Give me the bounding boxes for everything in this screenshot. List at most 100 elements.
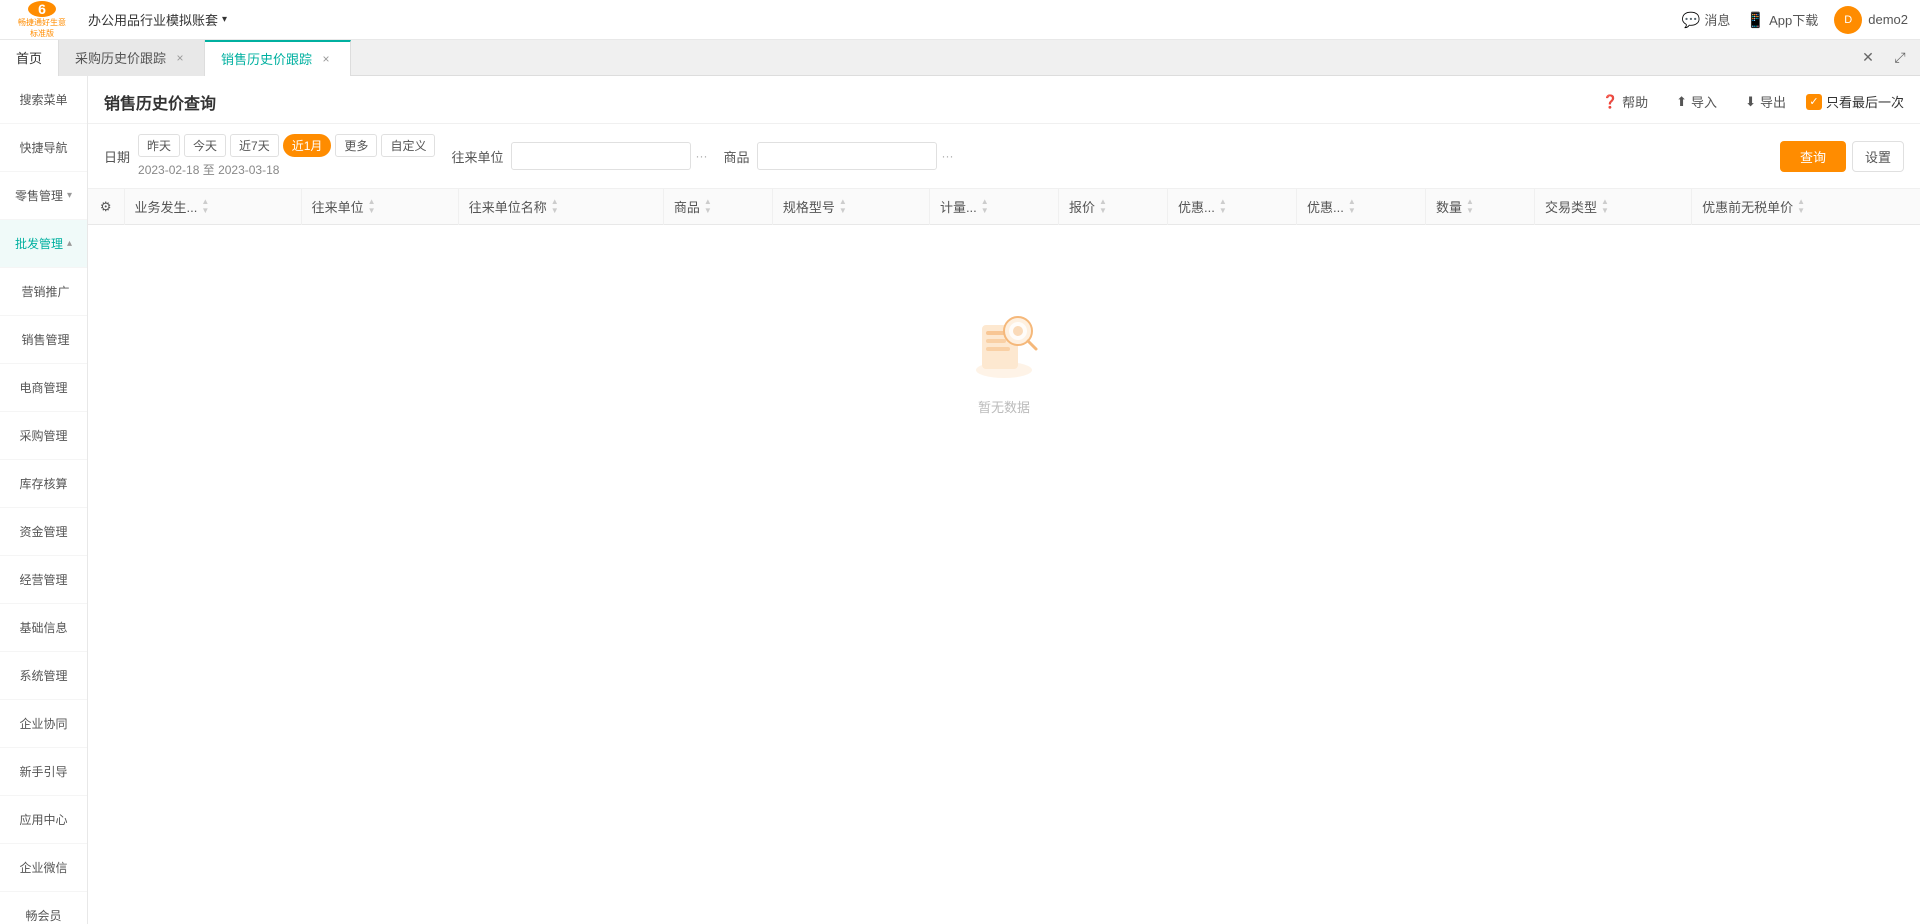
sidebar: 搜索菜单 快捷导航 零售管理 ▾ 批发管理 ▴ 营销推广 销售管理 电商管理 采… [0, 76, 88, 924]
th-discount2[interactable]: 优惠... ▲▼ [1297, 189, 1426, 225]
tab-purchase[interactable]: 采购历史价跟踪 × [59, 40, 205, 76]
sidebar-item-inventory[interactable]: 库存核算 [0, 460, 87, 508]
checkbox-icon: ✓ [1806, 94, 1822, 110]
query-button[interactable]: 查询 [1780, 141, 1846, 172]
help-button[interactable]: ❓ 帮助 [1594, 88, 1656, 115]
logo-icon: 6 [28, 1, 56, 17]
operations-label: 经营管理 [19, 571, 67, 588]
product-dots[interactable]: ··· [941, 149, 953, 163]
date-filter-group: 日期 昨天 今天 近7天 近1月 更多 自定义 2023-02-18 至 202… [104, 134, 435, 178]
th-product[interactable]: 商品 ▲▼ [663, 189, 772, 225]
company-dropdown[interactable]: 办公用品行业模拟账套 ▾ [80, 6, 235, 33]
date-yesterday[interactable]: 昨天 [138, 134, 180, 157]
th-trade-type[interactable]: 交易类型 ▲▼ [1535, 189, 1692, 225]
avatar: D [1834, 6, 1862, 34]
ecommerce-label: 电商管理 [19, 379, 67, 396]
sidebar-item-marketing[interactable]: 营销推广 [0, 268, 87, 316]
date-7days[interactable]: 近7天 [230, 134, 279, 157]
sidebar-item-purchase[interactable]: 采购管理 [0, 412, 87, 460]
settings-button[interactable]: 设置 [1852, 141, 1904, 172]
page-title: 销售历史价查询 [104, 90, 216, 114]
th-partner-name[interactable]: 往来单位名称 ▲▼ [458, 189, 663, 225]
partner-label: 往来单位 [451, 147, 503, 166]
empty-text: 暂无数据 [978, 397, 1030, 416]
maximize-button[interactable]: ⤢ [1888, 46, 1912, 70]
product-label: 商品 [723, 147, 749, 166]
sidebar-item-sales-mgmt[interactable]: 销售管理 [0, 316, 87, 364]
tab-home[interactable]: 首页 [0, 40, 59, 76]
sidebar-item-ecommerce[interactable]: 电商管理 [0, 364, 87, 412]
filter-bar: 日期 昨天 今天 近7天 近1月 更多 自定义 2023-02-18 至 202… [88, 124, 1920, 189]
member-label: 畅会员 [25, 907, 61, 924]
inventory-label: 库存核算 [19, 475, 67, 492]
partner-dots[interactable]: ··· [695, 149, 707, 163]
tab-sales[interactable]: 销售历史价跟踪 × [205, 40, 351, 76]
gear-icon: ⚙ [100, 199, 112, 214]
message-icon: 💬 [1682, 11, 1701, 29]
close-tab-button[interactable]: ✕ [1856, 46, 1880, 70]
th-business-date[interactable]: 业务发生... ▲▼ [124, 189, 301, 225]
sidebar-item-system[interactable]: 系统管理 [0, 652, 87, 700]
logo: 6 畅捷通好生意 标准版 [12, 2, 72, 38]
tab-home-label: 首页 [16, 48, 42, 67]
system-label: 系统管理 [19, 667, 67, 684]
sidebar-item-shortcuts[interactable]: 快捷导航 [0, 124, 87, 172]
date-buttons: 昨天 今天 近7天 近1月 更多 自定义 [138, 134, 435, 157]
import-button[interactable]: ⬆ 导入 [1668, 88, 1725, 115]
partner-input[interactable] [511, 142, 691, 170]
only-last-label: 只看最后一次 [1826, 92, 1904, 111]
sidebar-item-search[interactable]: 搜索菜单 [0, 76, 87, 124]
sidebar-item-retail[interactable]: 零售管理 ▾ [0, 172, 87, 220]
app-download-action[interactable]: 📱 App下载 [1746, 10, 1818, 29]
help-icon: ❓ [1602, 94, 1618, 110]
sales-mgmt-label: 销售管理 [21, 331, 69, 348]
shortcuts-label: 快捷导航 [19, 139, 67, 156]
page-header: 销售历史价查询 ❓ 帮助 ⬆ 导入 ⬇ 导出 ✓ 只看最后一次 [88, 76, 1920, 124]
sidebar-item-basic-info[interactable]: 基础信息 [0, 604, 87, 652]
th-discount1[interactable]: 优惠... ▲▼ [1167, 189, 1296, 225]
tab-purchase-close[interactable]: × [172, 50, 188, 66]
sidebar-item-guide[interactable]: 新手引导 [0, 748, 87, 796]
wholesale-label: 批发管理 [15, 235, 63, 252]
message-label: 消息 [1704, 10, 1730, 29]
date-custom[interactable]: 自定义 [381, 134, 435, 157]
import-icon: ⬆ [1676, 94, 1687, 110]
sidebar-item-member[interactable]: 畅会员 [0, 892, 87, 924]
th-unit[interactable]: 计量... ▲▼ [929, 189, 1058, 225]
company-name: 办公用品行业模拟账套 [88, 10, 218, 29]
partner-filter-group: 往来单位 ··· [451, 142, 707, 170]
sidebar-item-collab[interactable]: 企业协同 [0, 700, 87, 748]
product-input[interactable] [757, 142, 937, 170]
th-quantity[interactable]: 数量 ▲▼ [1426, 189, 1535, 225]
data-table: ⚙ 业务发生... ▲▼ 往来单位 ▲▼ [88, 189, 1920, 225]
chevron-up-icon: ▴ [67, 238, 72, 249]
th-pretax-price[interactable]: 优惠前无税单价 ▲▼ [1692, 189, 1920, 225]
th-spec[interactable]: 规格型号 ▲▼ [772, 189, 929, 225]
sidebar-item-finance[interactable]: 资金管理 [0, 508, 87, 556]
message-action[interactable]: 💬 消息 [1682, 10, 1731, 29]
sidebar-item-wholesale[interactable]: 批发管理 ▴ [0, 220, 87, 268]
partner-input-group: ··· [511, 142, 707, 170]
date-today[interactable]: 今天 [184, 134, 226, 157]
tab-purchase-label: 采购历史价跟踪 [75, 48, 166, 67]
app-label: App下载 [1769, 10, 1818, 29]
date-more[interactable]: 更多 [335, 134, 377, 157]
tabbar: 首页 采购历史价跟踪 × 销售历史价跟踪 × ✕ ⤢ [0, 40, 1920, 76]
th-partner-code[interactable]: 往来单位 ▲▼ [301, 189, 458, 225]
th-quote[interactable]: 报价 ▲▼ [1058, 189, 1167, 225]
product-input-group: ··· [757, 142, 953, 170]
export-button[interactable]: ⬇ 导出 [1737, 88, 1794, 115]
sidebar-item-wechat[interactable]: 企业微信 [0, 844, 87, 892]
tab-sales-close[interactable]: × [318, 51, 334, 67]
topbar-right: 💬 消息 📱 App下载 D demo2 [1682, 6, 1908, 34]
empty-state: 暂无数据 [88, 225, 1920, 496]
finance-label: 资金管理 [19, 523, 67, 540]
sidebar-item-operations[interactable]: 经营管理 [0, 556, 87, 604]
date-1month[interactable]: 近1月 [283, 134, 332, 157]
sidebar-item-app-center[interactable]: 应用中心 [0, 796, 87, 844]
only-last-checkbox[interactable]: ✓ 只看最后一次 [1806, 92, 1904, 111]
user-menu[interactable]: D demo2 [1834, 6, 1908, 34]
empty-illustration [964, 305, 1044, 385]
th-gear[interactable]: ⚙ [88, 189, 124, 225]
basic-info-label: 基础信息 [19, 619, 67, 636]
